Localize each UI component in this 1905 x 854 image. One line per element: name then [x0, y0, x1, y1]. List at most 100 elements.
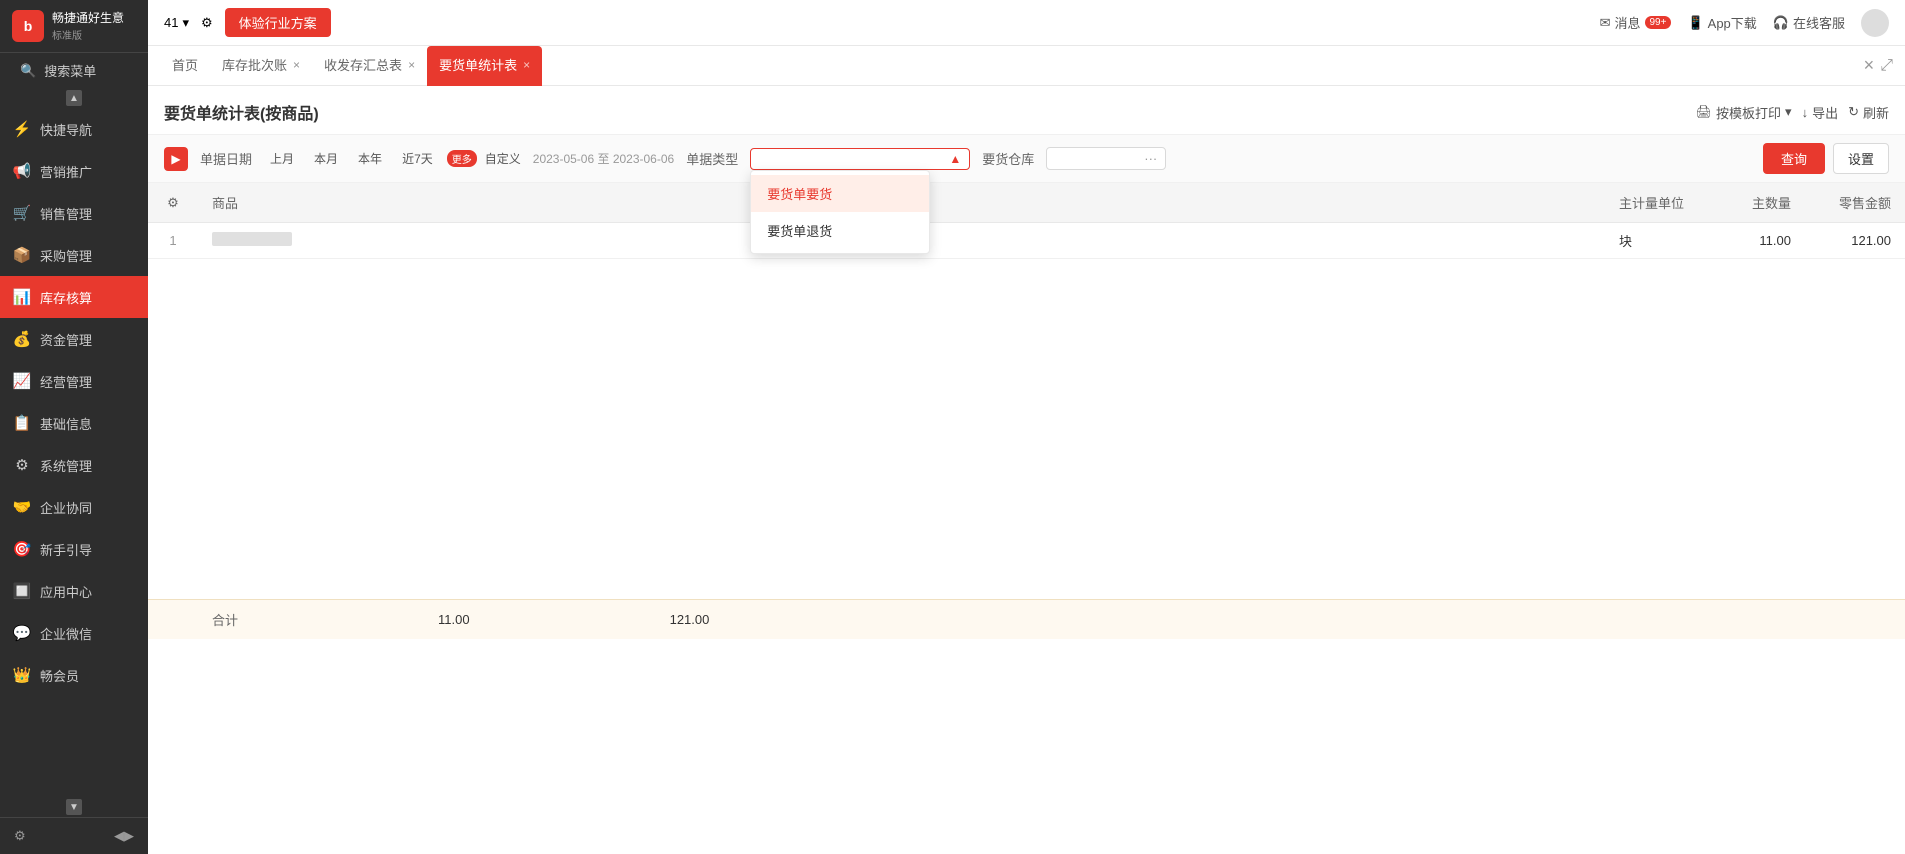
date-prev-month-btn[interactable]: 上月 [264, 148, 300, 169]
set-button[interactable]: 设置 [1833, 143, 1889, 174]
cell-num-0: 1 [148, 223, 198, 259]
type-dropdown-menu: 要货单要货要货单退货 [750, 170, 930, 254]
nav-icon-13: 👑 [12, 665, 32, 685]
filter-dates: 上月 本月 本年 近7天 更多 自定义 [264, 148, 521, 169]
sidebar-settings-icon[interactable]: ⚙ [14, 828, 26, 844]
sidebar-item-基础信息[interactable]: 📋基础信息 [0, 402, 148, 444]
table-footer: 合计 11.00 121.00 [148, 599, 1905, 639]
export-button[interactable]: ↓ 导出 [1802, 103, 1839, 122]
sidebar-collapse-icon[interactable]: ◀▶ [114, 828, 134, 844]
date-custom-btn[interactable]: 自定义 [485, 150, 521, 167]
sidebar-item-新手引导[interactable]: 🎯新手引导 [0, 528, 148, 570]
nav-icon-4: 📊 [12, 287, 32, 307]
dropdown-item-1[interactable]: 要货单退货 [751, 212, 929, 249]
warehouse-more-icon: ··· [1144, 151, 1157, 166]
table-spacer [148, 259, 1905, 599]
sidebar-bottom: ⚙ ◀▶ [0, 817, 148, 854]
tab-close-3[interactable]: × [523, 58, 530, 72]
query-button[interactable]: 查询 [1763, 143, 1825, 174]
nav-icon-6: 📈 [12, 371, 32, 391]
scroll-down-btn[interactable]: ▼ [66, 799, 82, 815]
print-button[interactable]: 🖨 按模板打印 ▾ [1696, 103, 1792, 122]
logo-icon: b [12, 10, 44, 42]
nav-label-3: 采购管理 [40, 246, 92, 265]
app-name: 畅捷通好生意 [52, 10, 124, 27]
sidebar-item-营销推广[interactable]: 📢营销推广 [0, 150, 148, 192]
search-label: 搜索菜单 [44, 61, 96, 80]
page-actions: 🖨 按模板打印 ▾ ↓ 导出 ↻ 刷新 [1696, 103, 1890, 122]
online-service-item[interactable]: 🎧 在线客服 [1773, 13, 1845, 32]
scroll-up-btn[interactable]: ▲ [66, 90, 82, 106]
app-download-item[interactable]: 📱 App下载 [1687, 13, 1756, 32]
warehouse-select[interactable]: ··· [1046, 147, 1166, 170]
dropdown-item-0[interactable]: 要货单要货 [751, 175, 929, 212]
messages-badge: 99+ [1645, 16, 1672, 29]
nav-icon-0: ⚡ [12, 119, 32, 139]
header-right: ✉ 消息 99+ 📱 App下载 🎧 在线客服 [1600, 9, 1889, 37]
tab-0[interactable]: 首页 [160, 46, 210, 86]
sidebar-item-企业协同[interactable]: 🤝企业协同 [0, 486, 148, 528]
cell-amount-0: 121.00 [1805, 223, 1905, 259]
nav-icon-10: 🎯 [12, 539, 32, 559]
type-dropdown-wrapper: ▲ 要货单要货要货单退货 [750, 148, 970, 170]
nav-icon-8: ⚙ [12, 455, 32, 475]
print-icon: 🖨 [1696, 104, 1713, 120]
sidebar-item-库存核算[interactable]: 📊 库存核算 [0, 276, 148, 318]
tab-1[interactable]: 库存批次账 × [210, 46, 312, 86]
messages-label: 消息 [1614, 13, 1640, 32]
export-icon: ↓ [1802, 105, 1809, 120]
sidebar-item-销售管理[interactable]: 🛒销售管理 [0, 192, 148, 234]
date-label: 单据日期 [200, 149, 252, 168]
date-7days-btn[interactable]: 近7天 [396, 148, 439, 169]
th-amount: 零售金额 [1805, 183, 1905, 223]
sidebar-item-畅会员[interactable]: 👑畅会员 [0, 654, 148, 696]
tab-label-1: 库存批次账 [222, 55, 287, 74]
user-avatar[interactable] [1861, 9, 1889, 37]
nav-icon-7: 📋 [12, 413, 32, 433]
search-icon: 🔍 [20, 63, 36, 79]
store-number: 41 [164, 15, 178, 30]
date-more-badge[interactable]: 更多 [447, 150, 477, 167]
nav-label-0: 快捷导航 [40, 120, 92, 139]
sidebar-item-系统管理[interactable]: ⚙系统管理 [0, 444, 148, 486]
filter-bar: ▶ 单据日期 上月 本月 本年 近7天 更多 自定义 2023-05-06 至 … [148, 134, 1905, 183]
date-this-year-btn[interactable]: 本年 [352, 148, 388, 169]
messages-item[interactable]: ✉ 消息 99+ [1600, 13, 1672, 32]
store-selector[interactable]: 41 ▾ [164, 15, 189, 31]
sidebar-item-采购管理[interactable]: 📦采购管理 [0, 234, 148, 276]
sidebar-item-快捷导航[interactable]: ⚡ 快捷导航 [0, 108, 148, 150]
tab-2[interactable]: 收发存汇总表× [312, 46, 427, 86]
sidebar-item-应用中心[interactable]: 🔲应用中心 [0, 570, 148, 612]
type-select[interactable]: ▲ [750, 148, 970, 170]
sidebar-item-资金管理[interactable]: 💰资金管理 [0, 318, 148, 360]
footer-amount: 121.00 [670, 612, 710, 627]
sidebar: b 畅捷通好生意 标准版 🔍 搜索菜单 ▲ ⚡快捷导航📢营销推广🛒销售管理📦采购… [0, 0, 148, 854]
search-menu-item[interactable]: 🔍 搜索菜单 [0, 53, 148, 88]
nav-label-4: 库存核算 [40, 288, 92, 307]
expand-icon[interactable]: ⤢ [1880, 57, 1893, 75]
header-left: 41 ▾ ⚙ 体验行业方案 [164, 8, 331, 37]
nav-icon-12: 💬 [12, 623, 32, 643]
sidebar-item-企业微信[interactable]: 💬 企业微信 [0, 612, 148, 654]
date-this-month-btn[interactable]: 本月 [308, 148, 344, 169]
refresh-button[interactable]: ↻ 刷新 [1848, 103, 1889, 122]
settings-gear-icon[interactable]: ⚙ [201, 15, 213, 31]
tab-close-1[interactable]: × [293, 58, 300, 72]
page-title: 要货单统计表(按商品) [164, 100, 319, 124]
table-settings-icon[interactable]: ⚙ [167, 195, 179, 210]
th-qty: 主数量 [1705, 183, 1805, 223]
tab-close-2[interactable]: × [408, 58, 415, 72]
message-icon: ✉ [1600, 15, 1611, 31]
sidebar-item-经营管理[interactable]: 📈经营管理 [0, 360, 148, 402]
trial-button[interactable]: 体验行业方案 [225, 8, 331, 37]
close-all-icon[interactable]: × [1864, 55, 1875, 76]
cell-unit-0: 块 [1605, 223, 1705, 259]
page-content: 要货单统计表(按商品) 🖨 按模板打印 ▾ ↓ 导出 ↻ 刷新 [148, 86, 1905, 854]
phone-icon: 📱 [1687, 15, 1703, 31]
tab-label-0: 首页 [172, 55, 198, 74]
table-header-row: ⚙ 商品 主计量单位 主数量 零售金额 [148, 183, 1905, 223]
filter-toggle-btn[interactable]: ▶ [164, 147, 188, 171]
tab-3[interactable]: 要货单统计表× [427, 46, 542, 86]
nav-label-2: 销售管理 [40, 204, 92, 223]
nav-label-12: 企业微信 [40, 624, 92, 643]
